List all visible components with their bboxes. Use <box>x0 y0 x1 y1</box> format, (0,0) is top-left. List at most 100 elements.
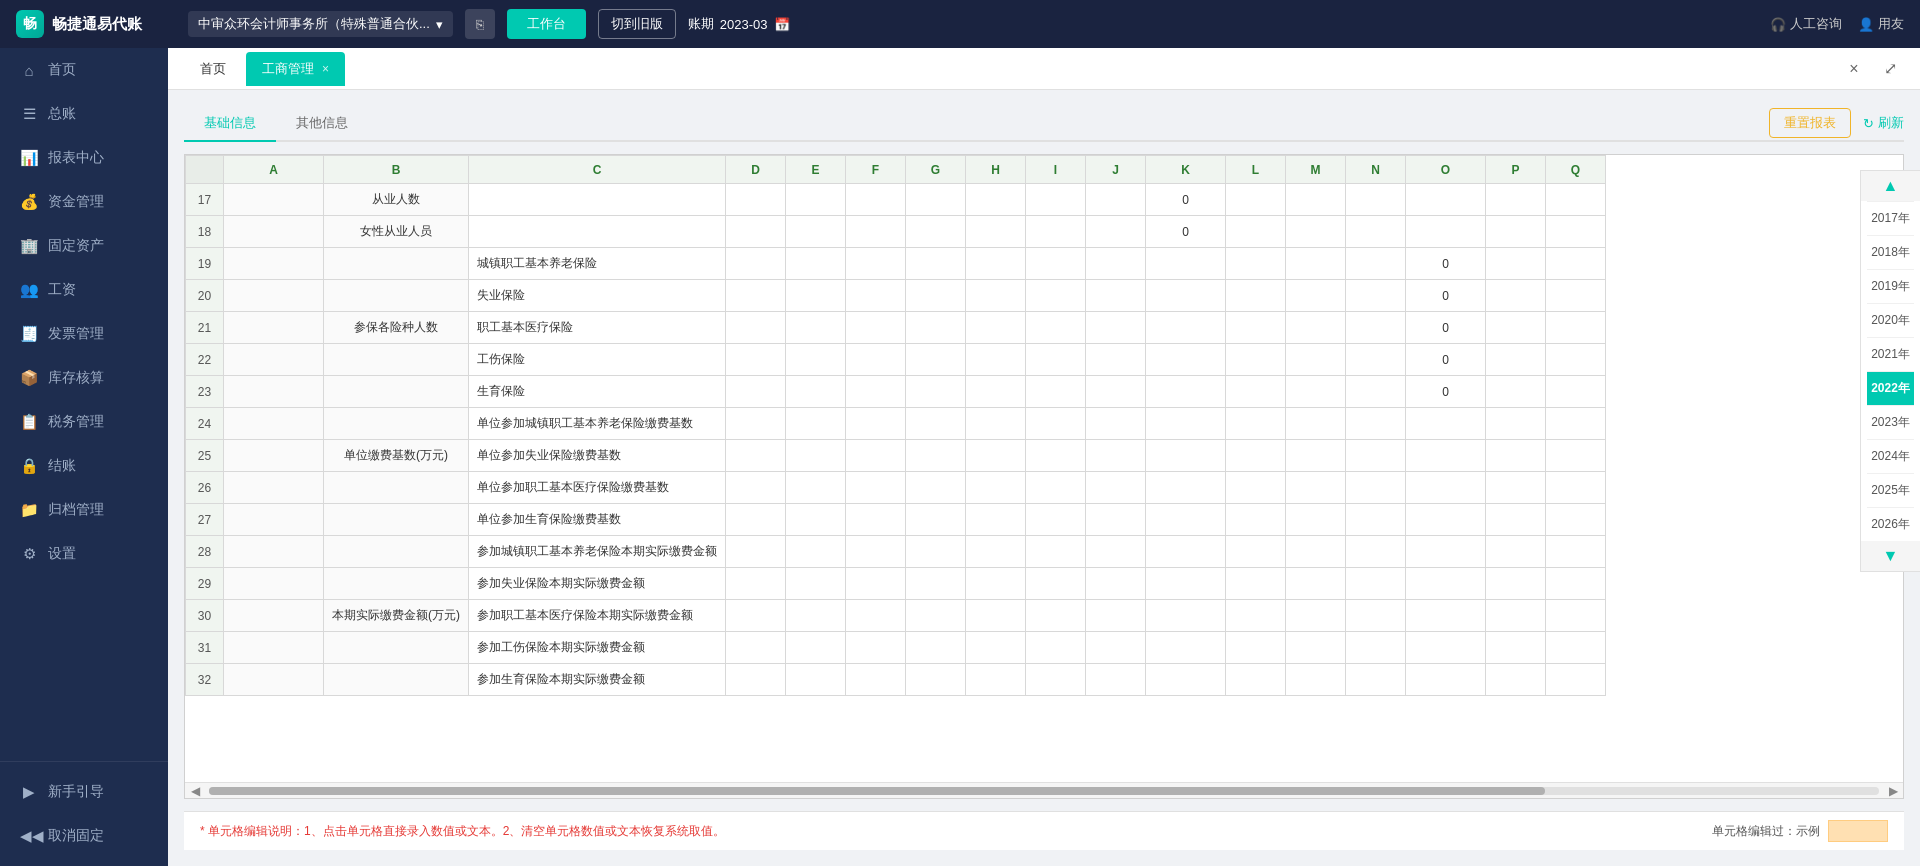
cell-d[interactable] <box>726 408 786 440</box>
cell-a[interactable] <box>224 504 324 536</box>
cell-d[interactable] <box>726 472 786 504</box>
sidebar-item-salary[interactable]: 👥 工资 <box>0 268 168 312</box>
close-panel-button[interactable]: × <box>1840 55 1868 83</box>
cell-m[interactable] <box>1286 344 1346 376</box>
table-row[interactable]: 17从业人数0 <box>186 184 1606 216</box>
cell-h[interactable] <box>966 664 1026 696</box>
table-row[interactable]: 23生育保险0 <box>186 376 1606 408</box>
cell-o[interactable] <box>1406 632 1486 664</box>
cell-j[interactable] <box>1086 568 1146 600</box>
cell-q[interactable] <box>1546 600 1606 632</box>
cell-a[interactable] <box>224 408 324 440</box>
cell-f[interactable] <box>846 504 906 536</box>
cell-k[interactable] <box>1146 376 1226 408</box>
workbench-button[interactable]: 工作台 <box>507 9 586 39</box>
cell-d[interactable] <box>726 632 786 664</box>
cell-q[interactable] <box>1546 632 1606 664</box>
cell-l[interactable] <box>1226 248 1286 280</box>
cell-i[interactable] <box>1026 600 1086 632</box>
sidebar-item-close[interactable]: 🔒 结账 <box>0 444 168 488</box>
table-row[interactable]: 21参保各险种人数职工基本医疗保险0 <box>186 312 1606 344</box>
cell-l[interactable] <box>1226 504 1286 536</box>
table-row[interactable]: 32参加生育保险本期实际缴费金额 <box>186 664 1606 696</box>
cell-g[interactable] <box>906 280 966 312</box>
cell-a[interactable] <box>224 536 324 568</box>
sub-tab-other[interactable]: 其他信息 <box>276 106 368 142</box>
cell-n[interactable] <box>1346 440 1406 472</box>
cell-m[interactable] <box>1286 248 1346 280</box>
cell-o[interactable] <box>1406 472 1486 504</box>
cell-g[interactable] <box>906 600 966 632</box>
cell-j[interactable] <box>1086 344 1146 376</box>
cell-q[interactable] <box>1546 408 1606 440</box>
cell-i[interactable] <box>1026 472 1086 504</box>
cell-b[interactable]: 从业人数 <box>324 184 469 216</box>
cell-k[interactable] <box>1146 632 1226 664</box>
sidebar-item-report[interactable]: 📊 报表中心 <box>0 136 168 180</box>
cell-p[interactable] <box>1486 440 1546 472</box>
cell-b[interactable] <box>324 248 469 280</box>
table-row[interactable]: 28参加城镇职工基本养老保险本期实际缴费金额 <box>186 536 1606 568</box>
cell-b[interactable] <box>324 344 469 376</box>
cell-e[interactable] <box>786 376 846 408</box>
cell-h[interactable] <box>966 280 1026 312</box>
cell-n[interactable] <box>1346 280 1406 312</box>
cell-i[interactable] <box>1026 632 1086 664</box>
cell-m[interactable] <box>1286 184 1346 216</box>
cell-i[interactable] <box>1026 536 1086 568</box>
cell-l[interactable] <box>1226 184 1286 216</box>
cell-g[interactable] <box>906 568 966 600</box>
cell-i[interactable] <box>1026 248 1086 280</box>
cell-b[interactable] <box>324 472 469 504</box>
cell-l[interactable] <box>1226 344 1286 376</box>
cell-p[interactable] <box>1486 472 1546 504</box>
cell-l[interactable] <box>1226 408 1286 440</box>
cell-m[interactable] <box>1286 568 1346 600</box>
year-item-2018年[interactable]: 2018年 <box>1867 235 1914 269</box>
cell-b[interactable]: 参保各险种人数 <box>324 312 469 344</box>
cell-k[interactable] <box>1146 600 1226 632</box>
cell-i[interactable] <box>1026 440 1086 472</box>
cell-p[interactable] <box>1486 664 1546 696</box>
table-row[interactable]: 20失业保险0 <box>186 280 1606 312</box>
sidebar-item-inventory[interactable]: 📦 库存核算 <box>0 356 168 400</box>
cell-i[interactable] <box>1026 280 1086 312</box>
cell-o[interactable]: 0 <box>1406 376 1486 408</box>
cell-h[interactable] <box>966 248 1026 280</box>
year-item-2017年[interactable]: 2017年 <box>1867 201 1914 235</box>
cell-m[interactable] <box>1286 504 1346 536</box>
cell-h[interactable] <box>966 600 1026 632</box>
cell-f[interactable] <box>846 664 906 696</box>
cell-b[interactable] <box>324 536 469 568</box>
cell-m[interactable] <box>1286 376 1346 408</box>
cell-h[interactable] <box>966 376 1026 408</box>
sidebar-item-invoice[interactable]: 🧾 发票管理 <box>0 312 168 356</box>
cell-g[interactable] <box>906 632 966 664</box>
cell-e[interactable] <box>786 632 846 664</box>
sidebar-item-home[interactable]: ⌂ 首页 <box>0 48 168 92</box>
cell-q[interactable] <box>1546 536 1606 568</box>
cell-l[interactable] <box>1226 376 1286 408</box>
year-up-button[interactable]: ▲ <box>1861 171 1920 201</box>
cell-c[interactable]: 生育保险 <box>469 376 726 408</box>
cell-j[interactable] <box>1086 184 1146 216</box>
cell-q[interactable] <box>1546 216 1606 248</box>
cell-c[interactable] <box>469 216 726 248</box>
cell-h[interactable] <box>966 408 1026 440</box>
cell-m[interactable] <box>1286 312 1346 344</box>
year-item-2023年[interactable]: 2023年 <box>1867 405 1914 439</box>
cell-k[interactable]: 0 <box>1146 184 1226 216</box>
table-row[interactable]: 19城镇职工基本养老保险0 <box>186 248 1606 280</box>
cell-f[interactable] <box>846 632 906 664</box>
cell-m[interactable] <box>1286 280 1346 312</box>
cell-p[interactable] <box>1486 600 1546 632</box>
cell-a[interactable] <box>224 280 324 312</box>
cell-h[interactable] <box>966 632 1026 664</box>
cell-h[interactable] <box>966 472 1026 504</box>
cell-a[interactable] <box>224 664 324 696</box>
year-item-2021年[interactable]: 2021年 <box>1867 337 1914 371</box>
cell-d[interactable] <box>726 184 786 216</box>
cell-g[interactable] <box>906 248 966 280</box>
cell-e[interactable] <box>786 216 846 248</box>
cell-l[interactable] <box>1226 568 1286 600</box>
